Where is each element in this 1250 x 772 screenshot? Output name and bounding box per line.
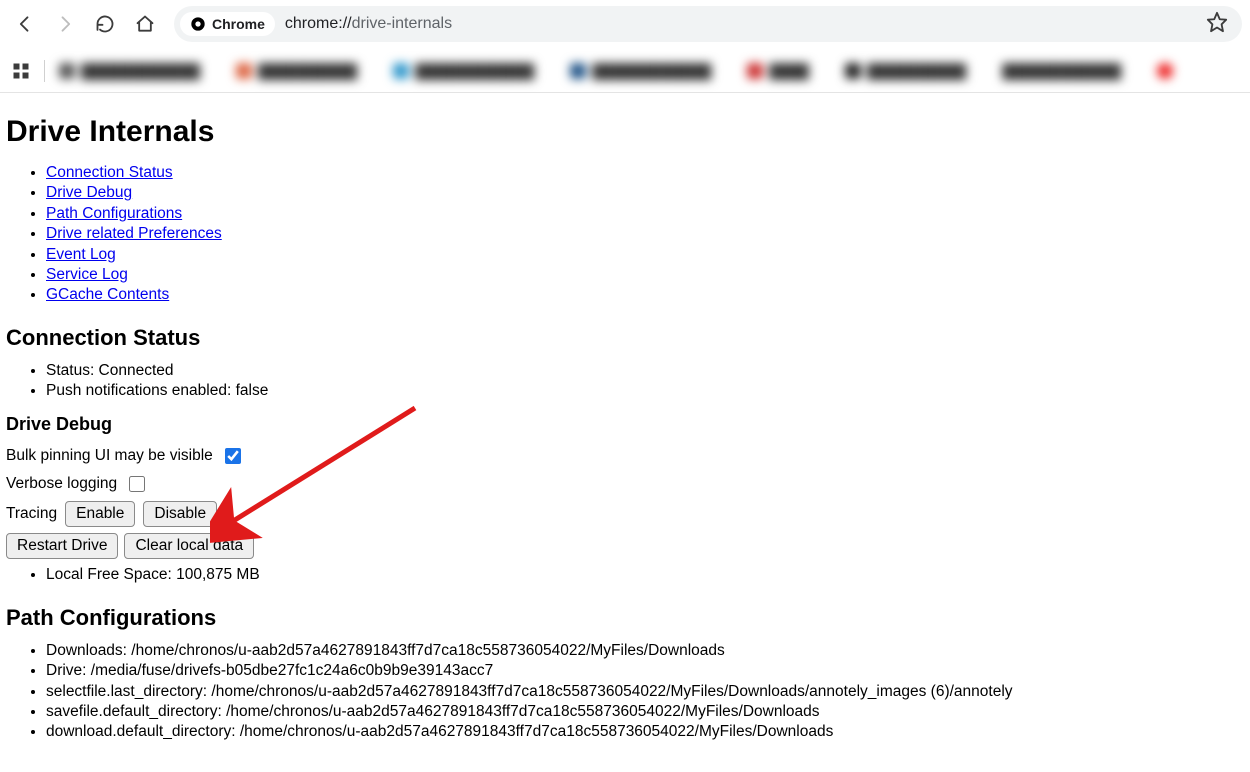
bookmark-star-icon[interactable]: [1206, 11, 1228, 38]
connection-status: Status: Connected: [46, 361, 1244, 380]
action-button-row: Restart Drive Clear local data: [6, 533, 1244, 559]
forward-button[interactable]: [48, 7, 82, 41]
debug-info-list: Local Free Space: 100,875 MB: [6, 565, 1244, 584]
path-item: Downloads: /home/chronos/u-aab2d57a46278…: [46, 641, 1244, 660]
chrome-icon: [190, 16, 206, 32]
toc-item: Service Log: [46, 265, 1244, 284]
connection-push: Push notifications enabled: false: [46, 381, 1244, 400]
path-item: download.default_directory: /home/chrono…: [46, 722, 1244, 741]
site-chip[interactable]: Chrome: [180, 12, 275, 36]
free-space: Local Free Space: 100,875 MB: [46, 565, 1244, 584]
tracing-row: Tracing Enable Disable: [6, 501, 1244, 527]
bulk-pinning-label: Bulk pinning UI may be visible: [6, 447, 213, 465]
verbose-row: Verbose logging: [6, 473, 1244, 495]
toc-item: Connection Status: [46, 163, 1244, 182]
connection-list: Status: Connected Push notifications ena…: [6, 361, 1244, 401]
toc-list: Connection Status Drive Debug Path Confi…: [6, 163, 1244, 305]
toc-item: Event Log: [46, 245, 1244, 264]
bookmark-bar: ████████████ ██████████ ████████████ ███…: [0, 49, 1250, 93]
tracing-label: Tracing: [6, 505, 57, 523]
divider: [44, 60, 45, 82]
toc-item: Path Configurations: [46, 204, 1244, 223]
home-button[interactable]: [128, 7, 162, 41]
site-chip-label: Chrome: [212, 16, 265, 32]
debug-heading: Drive Debug: [6, 414, 1244, 435]
path-item: selectfile.last_directory: /home/chronos…: [46, 682, 1244, 701]
apps-icon[interactable]: [12, 62, 30, 80]
back-button[interactable]: [8, 7, 42, 41]
bookmark-items-blurred: ████████████ ██████████ ████████████ ███…: [59, 63, 1173, 79]
address-bar[interactable]: Chrome chrome://drive-internals: [174, 6, 1242, 42]
page-title: Drive Internals: [6, 115, 1244, 149]
bulk-pinning-checkbox[interactable]: [225, 448, 241, 464]
toc-item: Drive Debug: [46, 183, 1244, 202]
toc-item: GCache Contents: [46, 285, 1244, 304]
toc-item: Drive related Preferences: [46, 224, 1244, 243]
restart-drive-button[interactable]: Restart Drive: [6, 533, 118, 559]
tracing-disable-button[interactable]: Disable: [143, 501, 217, 527]
path-item: savefile.default_directory: /home/chrono…: [46, 702, 1244, 721]
url-text: chrome://drive-internals: [285, 15, 452, 33]
path-item: Drive: /media/fuse/drivefs-b05dbe27fc1c2…: [46, 661, 1244, 680]
reload-button[interactable]: [88, 7, 122, 41]
connection-heading: Connection Status: [6, 325, 1244, 351]
paths-list: Downloads: /home/chronos/u-aab2d57a46278…: [6, 641, 1244, 742]
verbose-label: Verbose logging: [6, 475, 117, 493]
verbose-checkbox[interactable]: [129, 476, 145, 492]
bulk-pinning-row: Bulk pinning UI may be visible: [6, 445, 1244, 467]
paths-heading: Path Configurations: [6, 605, 1244, 631]
tracing-enable-button[interactable]: Enable: [65, 501, 135, 527]
browser-toolbar: Chrome chrome://drive-internals: [0, 0, 1250, 49]
page-content: Drive Internals Connection Status Drive …: [0, 93, 1250, 772]
clear-local-data-button[interactable]: Clear local data: [124, 533, 254, 559]
